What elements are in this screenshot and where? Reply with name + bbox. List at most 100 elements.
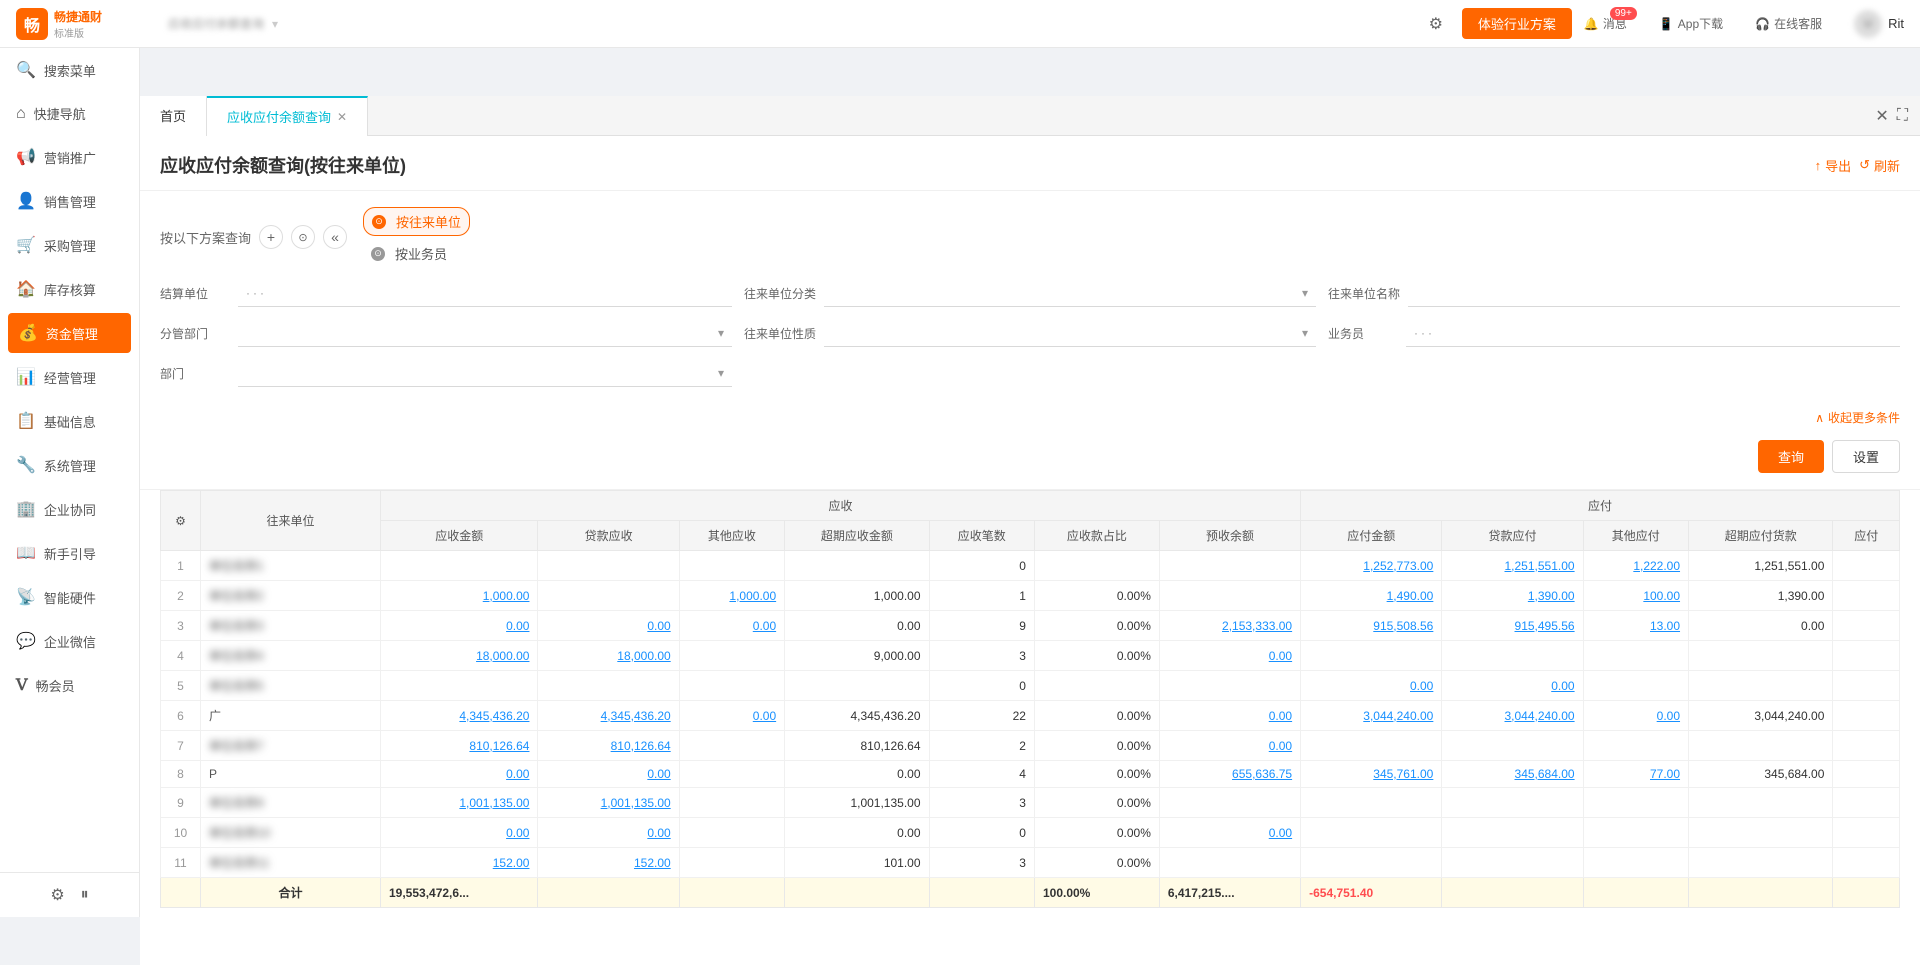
- export-button[interactable]: ↑ 导出: [1815, 156, 1852, 175]
- row-ar-other: [679, 788, 784, 818]
- collapse-icon: ∧: [1815, 411, 1824, 425]
- query-button[interactable]: 查询: [1758, 440, 1824, 473]
- row-num: 8: [161, 761, 201, 788]
- row-ar-pct: [1034, 551, 1159, 581]
- notification-area[interactable]: 🔔 消息 99+: [1584, 15, 1627, 32]
- member-icon: Ⅴ: [16, 675, 28, 695]
- row-ar-pct: 0.00%: [1034, 788, 1159, 818]
- row-ap-amount: 1,490.00: [1301, 581, 1442, 611]
- row-ar-overdue: 9,000.00: [785, 641, 929, 671]
- row-ap-amount: [1301, 818, 1442, 848]
- sidebar-item-sales[interactable]: 👤 销售管理: [0, 179, 139, 223]
- row-ar-pct: 0.00%: [1034, 731, 1159, 761]
- gear-button[interactable]: ⚙: [1422, 10, 1450, 38]
- sidebar-item-finance[interactable]: 💰 资金管理: [8, 313, 131, 353]
- row-ap-overdue: [1689, 671, 1833, 701]
- row-ap-other: [1583, 848, 1688, 878]
- sidebar-item-base-info[interactable]: 📋 基础信息: [0, 399, 139, 443]
- sidebar-settings-button[interactable]: ⚙: [50, 885, 64, 905]
- sidebar-item-guide[interactable]: 📖 新手引导: [0, 531, 139, 575]
- tab-ar-ap-query[interactable]: 应收应付余额查询 ✕: [207, 96, 368, 136]
- user-area[interactable]: U Rit: [1854, 10, 1904, 38]
- unit-name-input[interactable]: [1408, 279, 1900, 307]
- dept-manager-select[interactable]: ▾: [238, 319, 732, 347]
- notification-badge: 99+: [1610, 7, 1637, 20]
- collapse-button[interactable]: ∧ 收起更多条件: [1815, 403, 1900, 432]
- row-ap-other: [1583, 731, 1688, 761]
- online-service-area[interactable]: 🎧 在线客服: [1755, 15, 1822, 32]
- filter-bar: 按以下方案查询 + ⊙ « ⊙ 按往来单位 ⊙ 按业务员: [160, 207, 1900, 267]
- row-ar-pct: 0.00%: [1034, 848, 1159, 878]
- unit-name-label: 往来单位名称: [1328, 285, 1400, 302]
- sidebar: 🔍 搜索菜单 ⌂ 快捷导航 📢 营销推广 👤 销售管理 🛒 采购管理 🏠 库存核…: [0, 48, 140, 917]
- sidebar-item-wechat[interactable]: 💬 企业微信: [0, 619, 139, 663]
- row-ap-loan: 1,251,551.00: [1442, 551, 1583, 581]
- row-ar-advance: 0.00: [1159, 731, 1300, 761]
- row-unit: 单位名称5: [201, 671, 381, 701]
- table-settings-icon[interactable]: ⚙: [175, 514, 186, 528]
- sidebar-item-enterprise[interactable]: 🏢 企业协同: [0, 487, 139, 531]
- sidebar-item-inventory[interactable]: 🏠 库存核算: [0, 267, 139, 311]
- dept-select[interactable]: ▾: [238, 359, 732, 387]
- sidebar-item-operation[interactable]: 📊 经营管理: [0, 355, 139, 399]
- row-ar-count: 0: [929, 551, 1034, 581]
- footer-ar-other: [679, 878, 784, 908]
- tab-home[interactable]: 首页: [140, 96, 207, 136]
- promo-button[interactable]: 体验行业方案: [1462, 8, 1572, 39]
- row-ap-amount: [1301, 731, 1442, 761]
- row-ap-other: 1,222.00: [1583, 551, 1688, 581]
- edit-scheme-button[interactable]: ⊙: [291, 225, 315, 249]
- tab-close-icon[interactable]: ✕: [337, 110, 347, 124]
- tab-ar-ap-label: 应收应付余额查询: [227, 107, 331, 126]
- base-info-icon: 📋: [16, 411, 36, 431]
- row-ar-loan: 0.00: [538, 611, 679, 641]
- scheme-icon-staff: ⊙: [371, 247, 385, 261]
- app-download-area[interactable]: 📱 App下载: [1659, 15, 1723, 32]
- scheme-item-by-staff[interactable]: ⊙ 按业务员: [363, 240, 470, 267]
- row-ar-overdue: 1,001,135.00: [785, 788, 929, 818]
- operation-icon: 📊: [16, 367, 36, 387]
- row-ar-amount: 0.00: [381, 611, 538, 641]
- unit-category-select[interactable]: ▾: [824, 279, 1316, 307]
- tab-maximize-button[interactable]: ⛶: [1897, 107, 1908, 125]
- sidebar-item-search-menu[interactable]: 🔍 搜索菜单: [0, 48, 139, 92]
- salesperson-input[interactable]: ···: [1406, 319, 1900, 347]
- sidebar-label: 销售管理: [44, 192, 96, 211]
- dropdown-arrow: ▾: [718, 366, 724, 380]
- row-ar-overdue: 0.00: [785, 818, 929, 848]
- row-ar-advance: [1159, 551, 1300, 581]
- footer-empty: [161, 878, 201, 908]
- filter-row-1: 结算单位 ···: [160, 279, 732, 307]
- sidebar-item-quick-nav[interactable]: ⌂ 快捷导航: [0, 92, 139, 135]
- settings-button[interactable]: 设置: [1832, 440, 1900, 473]
- row-ap-loan: 0.00: [1442, 671, 1583, 701]
- filter-row-5: 往来单位性质 ▾: [744, 319, 1316, 347]
- footer-ap-5: [1833, 878, 1900, 908]
- sidebar-item-member[interactable]: Ⅴ 畅会员: [0, 663, 139, 707]
- th-ap-overdue: 超期应付货款: [1689, 521, 1833, 551]
- row-unit: 单位名称7: [201, 731, 381, 761]
- user-display: Rit: [1888, 16, 1904, 31]
- sidebar-item-marketing[interactable]: 📢 营销推广: [0, 135, 139, 179]
- refresh-button[interactable]: ↺ 刷新: [1859, 156, 1900, 175]
- arrow-back-button[interactable]: «: [323, 225, 347, 249]
- row-unit: 单位名称1: [201, 551, 381, 581]
- sidebar-label: 营销推广: [44, 148, 96, 167]
- page-header: 应收应付余额查询(按往来单位) ↑ 导出 ↺ 刷新: [140, 136, 1920, 191]
- purchase-icon: 🛒: [16, 235, 36, 255]
- row-num: 6: [161, 701, 201, 731]
- sidebar-collapse-button[interactable]: ⏸: [81, 886, 89, 904]
- row-ap-5: [1833, 731, 1900, 761]
- add-scheme-button[interactable]: +: [259, 225, 283, 249]
- sidebar-item-system[interactable]: 🔧 系统管理: [0, 443, 139, 487]
- scheme-item-by-unit[interactable]: ⊙ 按往来单位: [363, 207, 470, 236]
- collapse-label: 收起更多条件: [1828, 409, 1900, 426]
- sidebar-item-hardware[interactable]: 📡 智能硬件: [0, 575, 139, 619]
- unit-nature-select[interactable]: ▾: [824, 319, 1316, 347]
- row-ap-loan: 1,390.00: [1442, 581, 1583, 611]
- data-table: ⚙ 往来单位 应收 应付 应收金额 贷款应收 其他应收 超期应收金额 应收笔数 …: [160, 490, 1900, 908]
- sidebar-item-purchase[interactable]: 🛒 采购管理: [0, 223, 139, 267]
- tab-close-window-button[interactable]: ✕: [1875, 106, 1888, 126]
- settlement-unit-input[interactable]: ···: [238, 279, 732, 307]
- row-ar-overdue: 4,345,436.20: [785, 701, 929, 731]
